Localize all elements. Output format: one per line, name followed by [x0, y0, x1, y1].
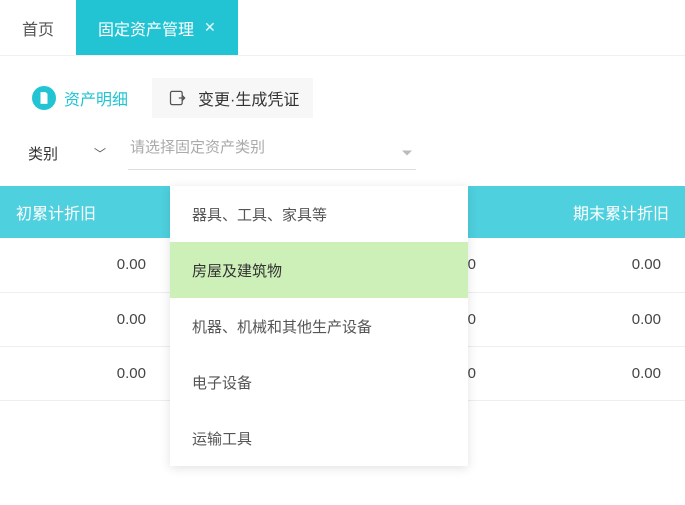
table-area: 初累计折旧 期末累计折旧 0.00 00 0.00 0.00 00 0.00 0…: [0, 186, 685, 401]
cell-init-depr: 0.00: [0, 238, 170, 292]
cell-init-depr: 0.00: [0, 292, 170, 346]
swap-icon: [166, 86, 190, 110]
close-icon[interactable]: ✕: [204, 19, 216, 36]
dropdown-option-label: 机器、机械和其他生产设备: [192, 316, 372, 337]
dropdown-option[interactable]: 器具、工具、家具等: [170, 186, 468, 242]
cell-end-depr: 0.00: [500, 238, 685, 292]
sub-tabs: 资产明细 变更·生成凭证: [0, 56, 685, 118]
document-icon: [32, 86, 56, 110]
col-header-end-depr: 期末累计折旧: [500, 186, 685, 238]
filter-row: 类别 ﹀ 请选择固定资产类别: [0, 118, 685, 184]
dropdown-option-label: 电子设备: [192, 372, 252, 393]
filter-category-toggle[interactable]: 类别 ﹀: [28, 143, 106, 164]
chevron-down-icon: ﹀: [94, 145, 106, 162]
dropdown-option-label: 器具、工具、家具等: [192, 204, 327, 225]
tab-voucher[interactable]: 变更·生成凭证: [152, 78, 313, 118]
col-header-init-depr: 初累计折旧: [0, 186, 170, 238]
nav-fixed-assets[interactable]: 固定资产管理 ✕: [76, 0, 238, 55]
dropdown-option[interactable]: 房屋及建筑物: [170, 242, 468, 298]
top-nav: 首页 固定资产管理 ✕: [0, 0, 685, 56]
category-dropdown: 器具、工具、家具等 房屋及建筑物 机器、机械和其他生产设备 电子设备 运输工具: [170, 186, 468, 466]
dropdown-option-label: 房屋及建筑物: [192, 260, 282, 281]
cell-end-depr: 0.00: [500, 292, 685, 346]
tab-asset-detail[interactable]: 资产明细: [18, 78, 142, 118]
category-select-input[interactable]: 请选择固定资产类别: [128, 136, 416, 170]
dropdown-option[interactable]: 机器、机械和其他生产设备: [170, 298, 468, 354]
nav-home-label: 首页: [22, 16, 54, 40]
category-select[interactable]: 请选择固定资产类别: [128, 136, 416, 170]
nav-fixed-assets-label: 固定资产管理: [98, 16, 194, 40]
tab-voucher-label: 变更·生成凭证: [198, 86, 299, 110]
cell-init-depr: 0.00: [0, 346, 170, 400]
dropdown-option[interactable]: 电子设备: [170, 354, 468, 410]
filter-category-label: 类别: [28, 143, 58, 164]
caret-down-icon: [402, 151, 412, 156]
tab-asset-detail-label: 资产明细: [64, 86, 128, 110]
cell-end-depr: 0.00: [500, 346, 685, 400]
nav-home[interactable]: 首页: [0, 0, 76, 55]
dropdown-option[interactable]: 运输工具: [170, 410, 468, 466]
dropdown-option-label: 运输工具: [192, 428, 252, 449]
